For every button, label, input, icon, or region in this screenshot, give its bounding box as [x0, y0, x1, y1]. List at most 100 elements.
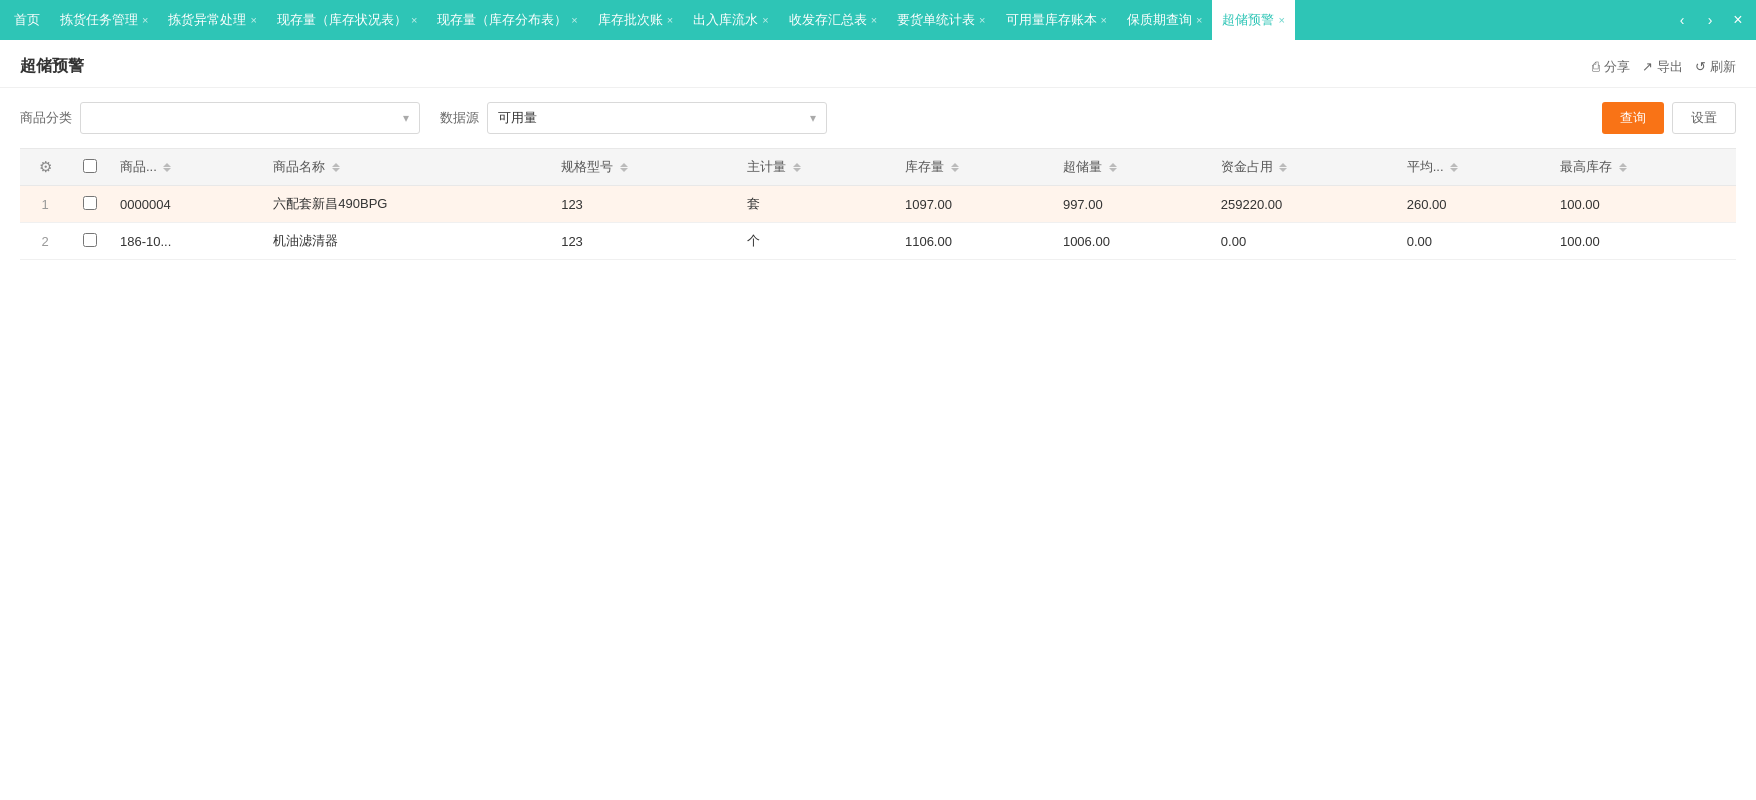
top-navigation: 首页 拣货任务管理 × 拣货异常处理 × 现存量（库存状况表） × 现存量（库存… [0, 0, 1756, 40]
datasource-chevron-icon: ▾ [810, 111, 816, 125]
row-max-stock: 100.00 [1550, 186, 1736, 223]
sort-icon-name [332, 163, 340, 172]
row-avg: 0.00 [1397, 223, 1550, 260]
select-all-checkbox[interactable] [83, 159, 97, 173]
header-actions: ⎙ 分享 ↗ 导出 ↺ 刷新 [1592, 58, 1736, 76]
settings-gear-icon[interactable]: ⚙ [39, 158, 52, 175]
datasource-label: 数据源 [440, 109, 479, 127]
query-button[interactable]: 查询 [1602, 102, 1664, 134]
nav-arrow-right[interactable]: › [1696, 0, 1724, 40]
row-capital: 259220.00 [1211, 186, 1397, 223]
col-header-check[interactable] [70, 149, 110, 186]
datasource-filter-group: 数据源 可用量 ▾ [440, 102, 827, 134]
close-tab-inout[interactable]: × [762, 14, 768, 26]
page-header: 超储预警 ⎙ 分享 ↗ 导出 ↺ 刷新 [0, 40, 1756, 88]
col-header-avg[interactable]: 平均... [1397, 149, 1550, 186]
col-header-name[interactable]: 商品名称 [263, 149, 551, 186]
col-header-settings[interactable]: ⚙ [20, 149, 70, 186]
share-icon: ⎙ [1592, 59, 1600, 74]
row-checkbox[interactable] [83, 233, 97, 247]
row-stock: 1106.00 [895, 223, 1053, 260]
filter-actions: 查询 设置 [1602, 102, 1736, 134]
row-capital: 0.00 [1211, 223, 1397, 260]
nav-close-all[interactable]: × [1724, 0, 1752, 40]
refresh-icon: ↺ [1695, 59, 1706, 74]
sort-icon-capital [1279, 163, 1287, 172]
close-tab-overstock[interactable]: × [1278, 14, 1284, 26]
row-code: 0000004 [110, 186, 263, 223]
row-spec: 123 [551, 223, 737, 260]
close-tab-batch[interactable]: × [667, 14, 673, 26]
nav-arrow-left[interactable]: ‹ [1668, 0, 1696, 40]
close-tab-quality[interactable]: × [1196, 14, 1202, 26]
col-header-spec[interactable]: 规格型号 [551, 149, 737, 186]
close-tab-stock-dist[interactable]: × [571, 14, 577, 26]
datasource-select[interactable]: 可用量 ▾ [487, 102, 827, 134]
nav-item-summary[interactable]: 收发存汇总表 × [779, 0, 887, 40]
row-checkbox-cell[interactable] [70, 186, 110, 223]
nav-item-stock-dist[interactable]: 现存量（库存分布表） × [427, 0, 587, 40]
data-table: ⚙ 商品... 商品名称 规格型号 [20, 148, 1736, 260]
nav-item-inout[interactable]: 出入库流水 × [683, 0, 778, 40]
close-tab-exception[interactable]: × [250, 14, 256, 26]
col-header-capital[interactable]: 资金占用 [1211, 149, 1397, 186]
row-code: 186-10... [110, 223, 263, 260]
nav-item-exception[interactable]: 拣货异常处理 × [158, 0, 266, 40]
nav-item-stock-status[interactable]: 现存量（库存状况表） × [267, 0, 427, 40]
close-tab-available[interactable]: × [1101, 14, 1107, 26]
row-spec: 123 [551, 186, 737, 223]
sort-icon-spec [620, 163, 628, 172]
close-tab-task-mgmt[interactable]: × [142, 14, 148, 26]
datasource-select-value: 可用量 [498, 109, 537, 127]
sort-icon-over [1109, 163, 1117, 172]
page-title: 超储预警 [20, 56, 84, 77]
col-header-stock[interactable]: 库存量 [895, 149, 1053, 186]
row-avg: 260.00 [1397, 186, 1550, 223]
row-over: 997.00 [1053, 186, 1211, 223]
refresh-button[interactable]: ↺ 刷新 [1695, 58, 1736, 76]
page-content: 超储预警 ⎙ 分享 ↗ 导出 ↺ 刷新 商品分类 ▾ 数据源 [0, 40, 1756, 800]
nav-item-batch[interactable]: 库存批次账 × [588, 0, 683, 40]
row-unit: 套 [737, 186, 895, 223]
row-checkbox[interactable] [83, 196, 97, 210]
sort-icon-code [163, 163, 171, 172]
export-icon: ↗ [1642, 59, 1653, 74]
col-header-over[interactable]: 超储量 [1053, 149, 1211, 186]
table-row: 1 0000004 六配套新昌490BPG 123 套 1097.00 997.… [20, 186, 1736, 223]
row-name: 六配套新昌490BPG [263, 186, 551, 223]
sort-icon-stock [951, 163, 959, 172]
table-row: 2 186-10... 机油滤清器 123 个 1106.00 1006.00 … [20, 223, 1736, 260]
row-index: 1 [20, 186, 70, 223]
row-index: 2 [20, 223, 70, 260]
nav-item-order-stats[interactable]: 要货单统计表 × [887, 0, 995, 40]
nav-item-task-mgmt[interactable]: 拣货任务管理 × [50, 0, 158, 40]
sort-icon-avg [1450, 163, 1458, 172]
sort-icon-max-stock [1619, 163, 1627, 172]
col-header-max-stock[interactable]: 最高库存 [1550, 149, 1736, 186]
nav-item-home[interactable]: 首页 [4, 0, 50, 40]
category-label: 商品分类 [20, 109, 72, 127]
share-button[interactable]: ⎙ 分享 [1592, 58, 1630, 76]
category-filter-group: 商品分类 ▾ [20, 102, 420, 134]
row-over: 1006.00 [1053, 223, 1211, 260]
close-tab-order-stats[interactable]: × [979, 14, 985, 26]
row-checkbox-cell[interactable] [70, 223, 110, 260]
row-unit: 个 [737, 223, 895, 260]
table-container: ⚙ 商品... 商品名称 规格型号 [0, 148, 1756, 260]
row-stock: 1097.00 [895, 186, 1053, 223]
col-header-code[interactable]: 商品... [110, 149, 263, 186]
nav-item-available[interactable]: 可用量库存账本 × [996, 0, 1117, 40]
row-name: 机油滤清器 [263, 223, 551, 260]
close-tab-summary[interactable]: × [871, 14, 877, 26]
sort-icon-unit [793, 163, 801, 172]
row-max-stock: 100.00 [1550, 223, 1736, 260]
nav-item-overstock[interactable]: 超储预警 × [1212, 0, 1294, 40]
close-tab-stock-status[interactable]: × [411, 14, 417, 26]
category-select[interactable]: ▾ [80, 102, 420, 134]
filter-area: 商品分类 ▾ 数据源 可用量 ▾ 查询 设置 [0, 88, 1756, 148]
category-chevron-icon: ▾ [403, 111, 409, 125]
settings-button[interactable]: 设置 [1672, 102, 1736, 134]
col-header-unit[interactable]: 主计量 [737, 149, 895, 186]
nav-item-quality[interactable]: 保质期查询 × [1117, 0, 1212, 40]
export-button[interactable]: ↗ 导出 [1642, 58, 1683, 76]
